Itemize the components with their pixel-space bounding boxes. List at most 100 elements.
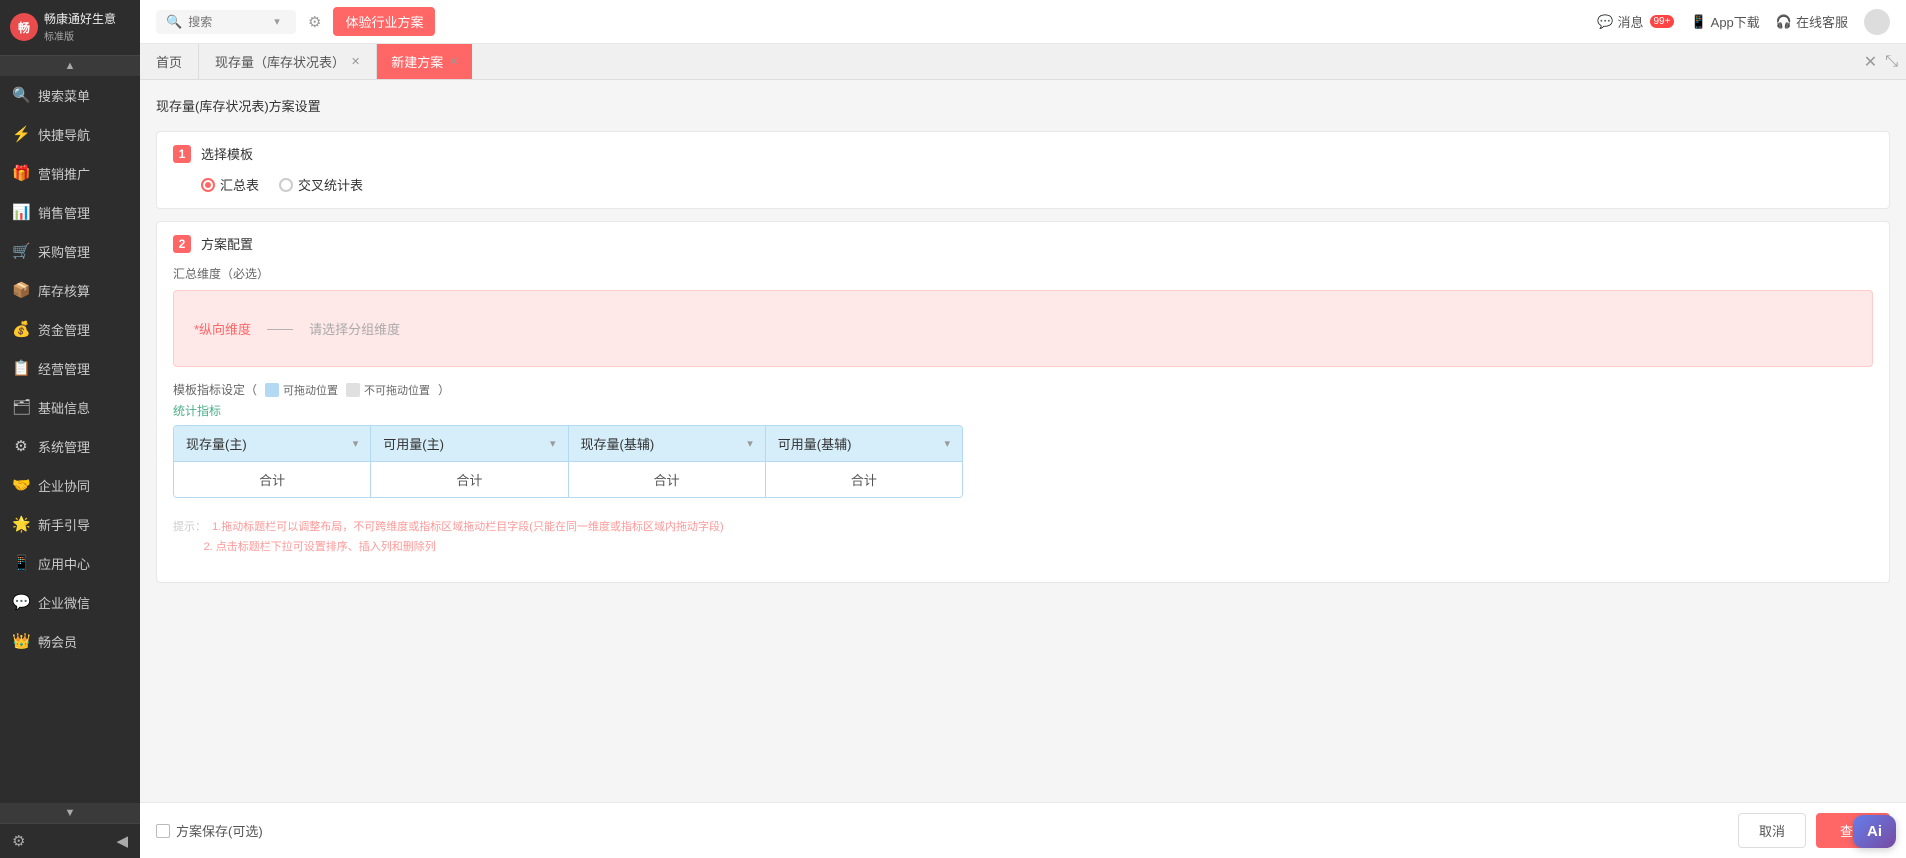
tab-new-scheme-close[interactable]: ✕	[449, 55, 458, 68]
member-label: 畅会员	[38, 632, 77, 651]
collapse-icon[interactable]: ◀	[116, 832, 128, 850]
radio-cross[interactable]: 交叉统计表	[279, 175, 363, 194]
topbar-gear-icon[interactable]: ⚙	[308, 13, 321, 31]
hint-text-2: 2. 点击标题栏下拉可设置排序、插入列和删除列	[173, 538, 1873, 558]
indicator-settings: 模板指标设定（ 可拖动位置 不可拖动位置 ） 统计指标	[173, 381, 1873, 566]
section-template: 1 选择模板 汇总表 交叉统计表	[156, 131, 1890, 209]
app-icon: 📱	[1690, 14, 1706, 30]
sidebar-item-app-center[interactable]: 📱 应用中心	[0, 544, 140, 583]
stats-col-1-chevron[interactable]: ▾	[550, 437, 556, 450]
stats-col-3-header: 可用量(基辅) ▾	[766, 426, 962, 462]
draggable-box	[265, 383, 279, 397]
cooperation-label: 企业协同	[38, 476, 90, 495]
sidebar-item-wechat[interactable]: 💬 企业微信	[0, 583, 140, 622]
section2-title: 方案配置	[201, 234, 253, 253]
system-label: 系统管理	[38, 437, 90, 456]
app-center-icon: 📱	[12, 554, 30, 572]
sidebar-item-inventory[interactable]: 📦 库存核算	[0, 271, 140, 310]
search-menu-icon: 🔍	[12, 86, 30, 104]
section-config: 2 方案配置 汇总维度（必选） *纵向维度 —— 请选择分组维度 模板指标设定（	[156, 221, 1890, 583]
sidebar-item-member[interactable]: 👑 畅会员	[0, 622, 140, 661]
topbar: 🔍 ▾ ⚙ 体验行业方案 💬 消息 99+ 📱 App下载 🎧 在线客服	[140, 0, 1906, 44]
sidebar-item-system[interactable]: ⚙ 系统管理	[0, 427, 140, 466]
tabs-right: ✕ ⤡	[1864, 52, 1906, 72]
sidebar-item-marketing[interactable]: 🎁 营销推广	[0, 154, 140, 193]
tab-close-all-icon[interactable]: ✕	[1864, 52, 1877, 72]
stats-col-0: 现存量(主) ▾ 合计	[174, 426, 371, 497]
finance-label: 资金管理	[38, 320, 90, 339]
ai-float-button[interactable]: Ai	[1853, 815, 1896, 848]
sidebar: 畅 畅康通好生意 标准版 ▲ 🔍 搜索菜单 ⚡ 快捷导航 🎁 营销推广 📊 销售…	[0, 0, 140, 858]
cancel-button[interactable]: 取消	[1738, 813, 1806, 848]
section1-number: 1	[173, 145, 191, 163]
search-dropdown-icon[interactable]: ▾	[274, 15, 280, 28]
logo-badge: 标准版	[44, 28, 116, 43]
online-service-btn[interactable]: 🎧 在线客服	[1776, 12, 1848, 31]
sidebar-item-quick-nav[interactable]: ⚡ 快捷导航	[0, 115, 140, 154]
stats-col-0-header: 现存量(主) ▾	[174, 426, 370, 462]
new-guide-label: 新手引导	[38, 515, 90, 534]
tab-inventory-status[interactable]: 现存量（库存状况表） ✕	[199, 44, 377, 79]
app-center-label: 应用中心	[38, 554, 90, 573]
inventory-icon: 📦	[12, 281, 30, 299]
save-checkbox[interactable]	[156, 824, 170, 838]
wechat-icon: 💬	[12, 593, 30, 611]
stats-col-2: 现存量(基辅) ▾ 合计	[569, 426, 766, 497]
sidebar-scroll-down[interactable]: ▼	[0, 803, 140, 823]
logo-icon: 畅	[10, 13, 38, 41]
cooperation-icon: 🤝	[12, 476, 30, 494]
search-box[interactable]: 🔍 ▾	[156, 10, 296, 34]
sales-icon: 📊	[12, 203, 30, 221]
tab-expand-icon[interactable]: ⤡	[1885, 53, 1898, 71]
sidebar-item-sales[interactable]: 📊 销售管理	[0, 193, 140, 232]
sidebar-item-operation[interactable]: 📋 经营管理	[0, 349, 140, 388]
industry-btn[interactable]: 体验行业方案	[333, 7, 435, 36]
section2-body: 汇总维度（必选） *纵向维度 —— 请选择分组维度 模板指标设定（ 可拖动位置	[157, 265, 1889, 582]
radio-summary-label: 汇总表	[220, 175, 259, 194]
tab-home[interactable]: 首页	[140, 44, 199, 79]
radio-cross-circle	[279, 178, 293, 192]
sidebar-item-cooperation[interactable]: 🤝 企业协同	[0, 466, 140, 505]
sidebar-item-search-menu[interactable]: 🔍 搜索菜单	[0, 76, 140, 115]
sidebar-scroll-up[interactable]: ▲	[0, 56, 140, 76]
page-title: 现存量(库存状况表)方案设置	[156, 96, 1890, 115]
message-icon: 💬	[1597, 14, 1613, 30]
stats-col-1-cell: 合计	[371, 462, 567, 497]
section1-header: 1 选择模板	[157, 132, 1889, 175]
dimension-required-text: *纵向维度	[194, 319, 251, 338]
stats-col-2-label: 现存量(基辅)	[581, 434, 655, 453]
hint-text-1: 提示： 1.拖动标题栏可以调整布局，不可跨维度或指标区域拖动栏目字段(只能在同一…	[173, 518, 1873, 538]
stats-table: 现存量(主) ▾ 合计 可用量(主) ▾ 合计	[173, 425, 963, 498]
settings-icon[interactable]: ⚙	[12, 832, 25, 850]
tab-new-scheme[interactable]: 新建方案 ✕	[377, 44, 472, 79]
stats-col-2-chevron[interactable]: ▾	[747, 437, 753, 450]
stats-col-1: 可用量(主) ▾ 合计	[371, 426, 568, 497]
marketing-icon: 🎁	[12, 164, 30, 182]
sidebar-item-finance[interactable]: 💰 资金管理	[0, 310, 140, 349]
radio-summary[interactable]: 汇总表	[201, 175, 259, 194]
sidebar-item-new-guide[interactable]: 🌟 新手引导	[0, 505, 140, 544]
hint-area: 提示： 1.拖动标题栏可以调整布局，不可跨维度或指标区域拖动栏目字段(只能在同一…	[173, 510, 1873, 566]
non-draggable-legend: 不可拖动位置	[346, 382, 430, 398]
sidebar-item-basic-info[interactable]: 🗂 基础信息	[0, 388, 140, 427]
headset-icon: 🎧	[1776, 14, 1792, 30]
topbar-right: 💬 消息 99+ 📱 App下载 🎧 在线客服	[1597, 9, 1890, 35]
tab-inventory-close[interactable]: ✕	[351, 55, 360, 68]
tabs-bar: 首页 现存量（库存状况表） ✕ 新建方案 ✕ ✕ ⤡	[140, 44, 1906, 80]
save-option: 方案保存(可选)	[156, 821, 263, 840]
sidebar-item-purchase[interactable]: 🛒 采购管理	[0, 232, 140, 271]
basic-info-icon: 🗂	[12, 398, 30, 416]
stats-col-0-chevron[interactable]: ▾	[353, 437, 359, 450]
tab-home-label: 首页	[156, 52, 182, 71]
stats-col-3-chevron[interactable]: ▾	[944, 437, 950, 450]
operation-label: 经营管理	[38, 359, 90, 378]
app-download-btn[interactable]: 📱 App下载	[1690, 12, 1759, 31]
dimension-area[interactable]: *纵向维度 —— 请选择分组维度	[173, 290, 1873, 367]
user-avatar[interactable]	[1864, 9, 1890, 35]
search-input[interactable]	[188, 15, 268, 29]
dimension-required-label: 汇总维度（必选）	[173, 265, 1873, 282]
quick-nav-label: 快捷导航	[38, 125, 90, 144]
message-btn[interactable]: 💬 消息 99+	[1597, 12, 1674, 31]
stats-col-3-label: 可用量(基辅)	[778, 434, 852, 453]
sidebar-logo: 畅 畅康通好生意 标准版	[0, 0, 140, 56]
